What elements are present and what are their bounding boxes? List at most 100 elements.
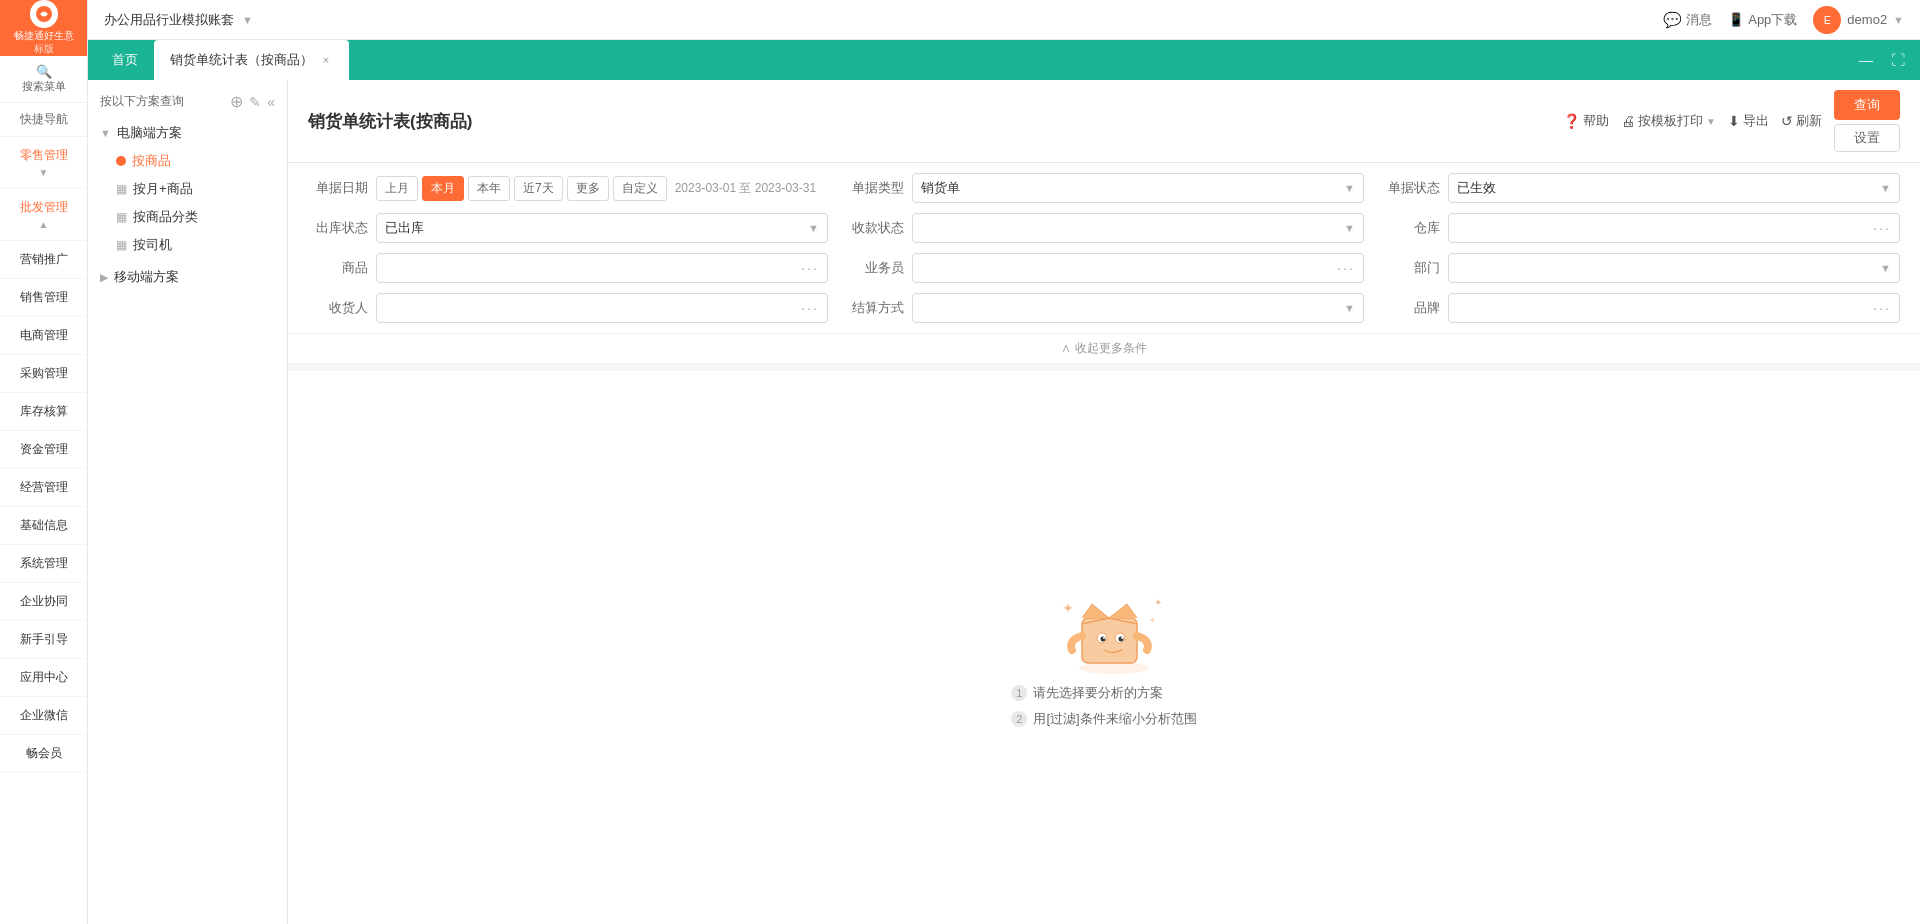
tab-minimize-button[interactable]: —: [1852, 46, 1880, 74]
tab-close-icon[interactable]: ×: [319, 53, 333, 67]
salesman-input[interactable]: ···: [912, 253, 1364, 283]
tree-mobile-schemes[interactable]: ▶ 移动端方案: [88, 263, 287, 291]
query-button[interactable]: 查询: [1834, 90, 1900, 120]
tree-item-by-driver[interactable]: ▦ 按司机: [88, 231, 287, 259]
receipt-status-arrow-icon: ▼: [1344, 222, 1355, 234]
dept-label: 部门: [1380, 259, 1440, 277]
app-download-button[interactable]: 📱 App下载: [1728, 11, 1797, 29]
seven-days-button[interactable]: 近7天: [514, 176, 563, 201]
svg-text:✦: ✦: [1149, 616, 1156, 625]
refresh-icon: ↺: [1781, 113, 1793, 129]
page-header-actions: ❓ 帮助 🖨 按模板打印 ▼ ⬇ 导出 ↺ 刷新: [1563, 90, 1900, 162]
sidebar-item-guide[interactable]: 新手引导: [0, 621, 87, 659]
sidebar-item-ecommerce[interactable]: 电商管理: [0, 317, 87, 355]
tree-desktop-label: 电脑端方案: [117, 124, 182, 142]
receiver-label: 收货人: [308, 299, 368, 317]
date-range-display: 2023-03-01 至 2023-03-31: [675, 180, 816, 197]
settlement-filter-cell: 结算方式 ▼: [844, 293, 1364, 323]
tree-item-by-month-goods[interactable]: ▦ 按月+商品: [88, 175, 287, 203]
brand-label: 品牌: [1380, 299, 1440, 317]
quick-nav[interactable]: 快捷导航: [0, 103, 87, 137]
svg-point-5: [1100, 636, 1105, 641]
empty-step-2-icon: 2: [1011, 711, 1027, 727]
sidebar-item-retail[interactable]: 零售管理 ▼: [0, 137, 87, 189]
settlement-arrow-icon: ▼: [1344, 302, 1355, 314]
sidebar-item-inventory[interactable]: 库存核算: [0, 393, 87, 431]
doc-status-label: 单据状态: [1380, 179, 1440, 197]
empty-text-line2: 2 用[过滤]条件来缩小分析范围: [1011, 710, 1196, 728]
tab-sales-report[interactable]: 销货单统计表（按商品） ×: [154, 40, 349, 80]
sidebar-item-sales[interactable]: 销售管理: [0, 279, 87, 317]
settlement-input[interactable]: ▼: [912, 293, 1364, 323]
sidebar-item-finance[interactable]: 资金管理: [0, 431, 87, 469]
left-panel: 按以下方案查询 ⊕ ✎ « ▼ 电脑端方案 按商品 ▦ 按月+商品: [88, 80, 288, 924]
sidebar-item-wholesale[interactable]: 批发管理 ▲: [0, 189, 87, 241]
sidebar-item-member[interactable]: 畅会员: [0, 735, 87, 773]
receipt-status-input[interactable]: ▼: [912, 213, 1364, 243]
help-icon: ❓: [1563, 113, 1580, 129]
more-date-button[interactable]: 更多: [567, 176, 609, 201]
tree-item-by-category[interactable]: ▦ 按商品分类: [88, 203, 287, 231]
refresh-label: 刷新: [1796, 112, 1822, 130]
custom-date-button[interactable]: 自定义: [613, 176, 667, 201]
sidebar-item-label-ecommerce: 电商管理: [20, 327, 68, 344]
sidebar-item-basic-info[interactable]: 基础信息: [0, 507, 87, 545]
help-label: 帮助: [1583, 112, 1609, 130]
sidebar-item-label-system: 系统管理: [20, 555, 68, 572]
help-button[interactable]: ❓ 帮助: [1563, 112, 1609, 130]
user-name: demo2: [1847, 12, 1887, 27]
tab-maximize-button[interactable]: ⛶: [1884, 46, 1912, 74]
doc-status-input[interactable]: 已生效 ▼: [1448, 173, 1900, 203]
doc-status-arrow-icon: ▼: [1880, 182, 1891, 194]
user-profile[interactable]: E demo2 ▼: [1813, 6, 1904, 34]
receiver-input[interactable]: ···: [376, 293, 828, 323]
refresh-button[interactable]: ↺ 刷新: [1781, 112, 1822, 130]
doc-type-input[interactable]: 销货单 ▼: [912, 173, 1364, 203]
goods-input[interactable]: ···: [376, 253, 828, 283]
prev-month-button[interactable]: 上月: [376, 176, 418, 201]
edit-scheme-icon[interactable]: ✎: [249, 94, 261, 110]
add-scheme-icon[interactable]: ⊕: [230, 92, 243, 111]
settlement-label: 结算方式: [844, 299, 904, 317]
page-title: 销货单统计表(按商品): [308, 110, 472, 143]
out-status-input[interactable]: 已出库 ▼: [376, 213, 828, 243]
doc-status-filter-cell: 单据状态 已生效 ▼: [1380, 173, 1900, 203]
workspace-selector[interactable]: 办公用品行业模拟账套 ▼: [104, 11, 253, 29]
sidebar-item-wechat[interactable]: 企业微信: [0, 697, 87, 735]
warehouse-label: 仓库: [1380, 219, 1440, 237]
collapse-panel-icon[interactable]: «: [267, 94, 275, 110]
tree-desktop-schemes[interactable]: ▼ 电脑端方案: [88, 119, 287, 147]
brand-input[interactable]: ···: [1448, 293, 1900, 323]
empty-text-container: 1 请先选择要分析的方案 2 用[过滤]条件来缩小分析范围: [1011, 684, 1196, 728]
warehouse-input[interactable]: ···: [1448, 213, 1900, 243]
tab-home[interactable]: 首页: [96, 40, 154, 80]
sidebar-item-app-center[interactable]: 应用中心: [0, 659, 87, 697]
search-menu[interactable]: 🔍 搜索菜单: [0, 56, 87, 103]
goods-more-icon: ···: [801, 260, 819, 276]
print-button[interactable]: 🖨 按模板打印 ▼: [1621, 112, 1716, 130]
dept-input[interactable]: ▼: [1448, 253, 1900, 283]
settings-button[interactable]: 设置: [1834, 124, 1900, 152]
tree-item-by-goods[interactable]: 按商品: [88, 147, 287, 175]
grid-icon-2: ▦: [116, 210, 127, 224]
dept-arrow-icon: ▼: [1880, 262, 1891, 274]
workspace-dropdown-icon: ▼: [242, 14, 253, 26]
sidebar-item-purchase[interactable]: 采购管理: [0, 355, 87, 393]
sidebar-item-label-cooperation: 企业协同: [20, 593, 68, 610]
sidebar-item-label-app-center: 应用中心: [20, 669, 68, 686]
print-icon: 🖨: [1621, 113, 1635, 129]
dept-filter-cell: 部门 ▼: [1380, 253, 1900, 283]
this-month-button[interactable]: 本月: [422, 176, 464, 201]
this-year-button[interactable]: 本年: [468, 176, 510, 201]
empty-text-line2-label: 用[过滤]条件来缩小分析范围: [1033, 710, 1196, 728]
sidebar-item-operations[interactable]: 经营管理: [0, 469, 87, 507]
export-button[interactable]: ⬇ 导出: [1728, 112, 1769, 130]
search-menu-label: 搜索菜单: [4, 79, 83, 94]
sidebar-item-marketing[interactable]: 营销推广: [0, 241, 87, 279]
sidebar-item-label-purchase: 采购管理: [20, 365, 68, 382]
sidebar-item-system[interactable]: 系统管理: [0, 545, 87, 583]
sidebar-item-label-marketing: 营销推广: [20, 251, 68, 268]
collapse-filter-button[interactable]: ∧ 收起更多条件: [288, 333, 1920, 363]
sidebar-item-cooperation[interactable]: 企业协同: [0, 583, 87, 621]
message-button[interactable]: 💬 消息: [1663, 11, 1712, 29]
